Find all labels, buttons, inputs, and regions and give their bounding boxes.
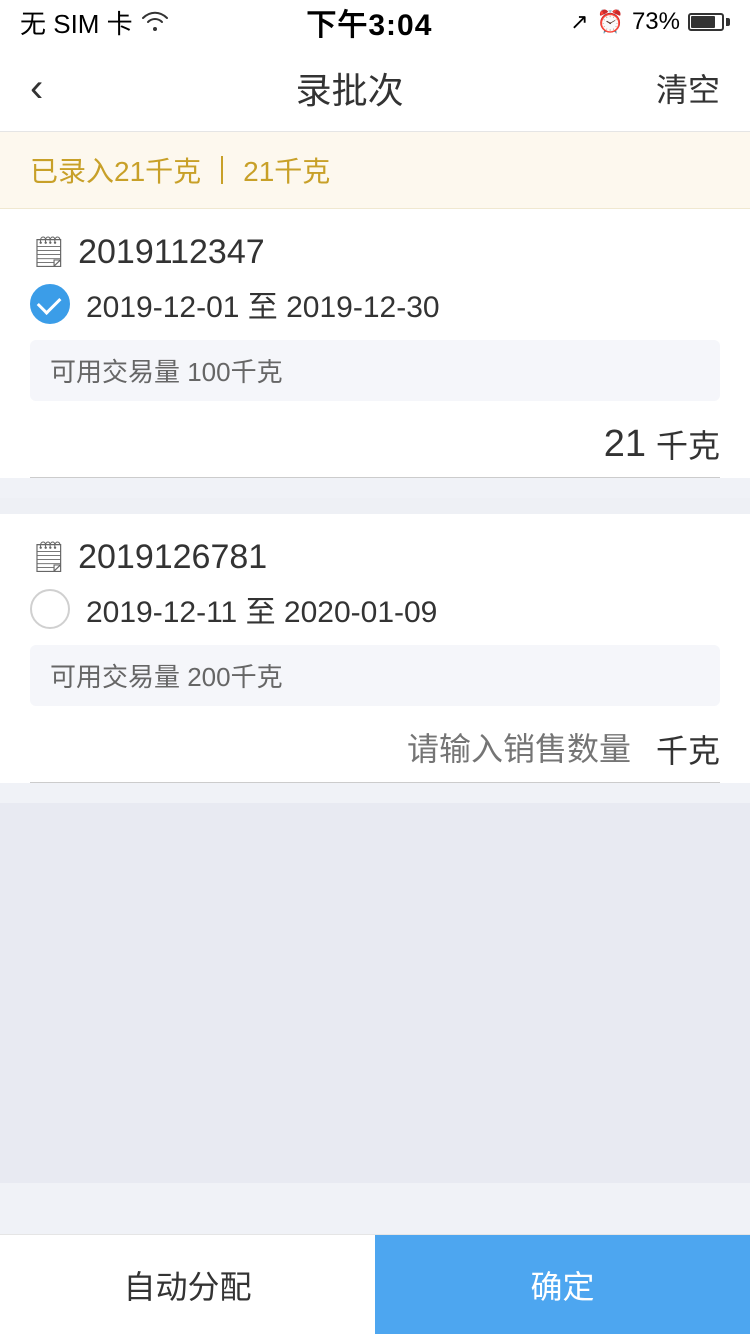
info-value: 21千克 <box>243 150 330 190</box>
confirm-button[interactable]: 确定 <box>375 1235 750 1334</box>
status-bar: 无 SIM 卡 下午3:04 ↗ ⏰ 73% <box>0 0 750 44</box>
empty-area <box>0 803 750 1183</box>
status-left: 无 SIM 卡 <box>20 4 169 41</box>
wifi-icon <box>141 7 169 38</box>
batch-avail-1: 可用交易量 100千克 <box>30 340 720 401</box>
batch-row-1: 2019-12-01 至 2019-12-30 <box>30 282 720 326</box>
batch-doc-icon-1: 🗒 <box>30 235 68 270</box>
status-time: 下午3:04 <box>306 0 432 44</box>
alarm-icon: ⏰ <box>597 9 624 35</box>
batch-header-2: 🗒 2019126781 <box>30 538 720 577</box>
input-unit-2: 千克 <box>656 726 720 772</box>
bottom-bar: 自动分配 确定 <box>0 1234 750 1334</box>
input-underline-2 <box>30 782 720 783</box>
batch-date-2: 2019-12-11 至 2020-01-09 <box>86 587 437 631</box>
qty-underline-1 <box>30 477 720 478</box>
info-banner: 已录入21千克 21千克 <box>0 132 750 209</box>
batch-row-2: 2019-12-11 至 2020-01-09 <box>30 587 720 631</box>
batch-doc-icon-2: 🗒 <box>30 540 68 575</box>
batch-id-2: 2019126781 <box>78 538 267 577</box>
batch-date-1: 2019-12-01 至 2019-12-30 <box>86 282 440 326</box>
batch-radio-2[interactable] <box>30 589 70 629</box>
page-title: 录批次 <box>296 62 404 114</box>
batch-avail-2: 可用交易量 200千克 <box>30 645 720 706</box>
batch-radio-1[interactable] <box>30 284 70 324</box>
batch-card-2: 🗒 2019126781 2019-12-11 至 2020-01-09 可用交… <box>0 514 750 783</box>
clear-button[interactable]: 清空 <box>656 65 720 111</box>
battery-percent: 73% <box>632 8 680 36</box>
battery-icon <box>688 13 730 31</box>
carrier-text: 无 SIM 卡 <box>20 4 133 41</box>
info-label: 已录入21千克 <box>30 150 201 190</box>
batch-item-2: 🗒 2019126781 2019-12-11 至 2020-01-09 可用交… <box>0 514 750 706</box>
qty-value-1: 21 <box>604 423 646 466</box>
card-separator-1 <box>0 498 750 514</box>
batch-item-1: 🗒 2019112347 2019-12-01 至 2019-12-30 可用交… <box>0 209 750 401</box>
batch-id-1: 2019112347 <box>78 233 265 272</box>
auto-distribute-button[interactable]: 自动分配 <box>0 1235 375 1334</box>
location-icon: ↗ <box>570 9 588 35</box>
qty-input-2[interactable] <box>30 731 646 768</box>
batch-card-1: 🗒 2019112347 2019-12-01 至 2019-12-30 可用交… <box>0 209 750 478</box>
nav-bar: ‹ 录批次 清空 <box>0 44 750 132</box>
info-divider <box>221 156 223 184</box>
input-row-2: 千克 <box>0 706 750 772</box>
back-button[interactable]: ‹ <box>30 68 43 108</box>
qty-row-1: 21 千克 <box>0 401 750 467</box>
status-right: ↗ ⏰ 73% <box>570 8 730 36</box>
batch-header-1: 🗒 2019112347 <box>30 233 720 272</box>
qty-unit-1: 千克 <box>656 421 720 467</box>
